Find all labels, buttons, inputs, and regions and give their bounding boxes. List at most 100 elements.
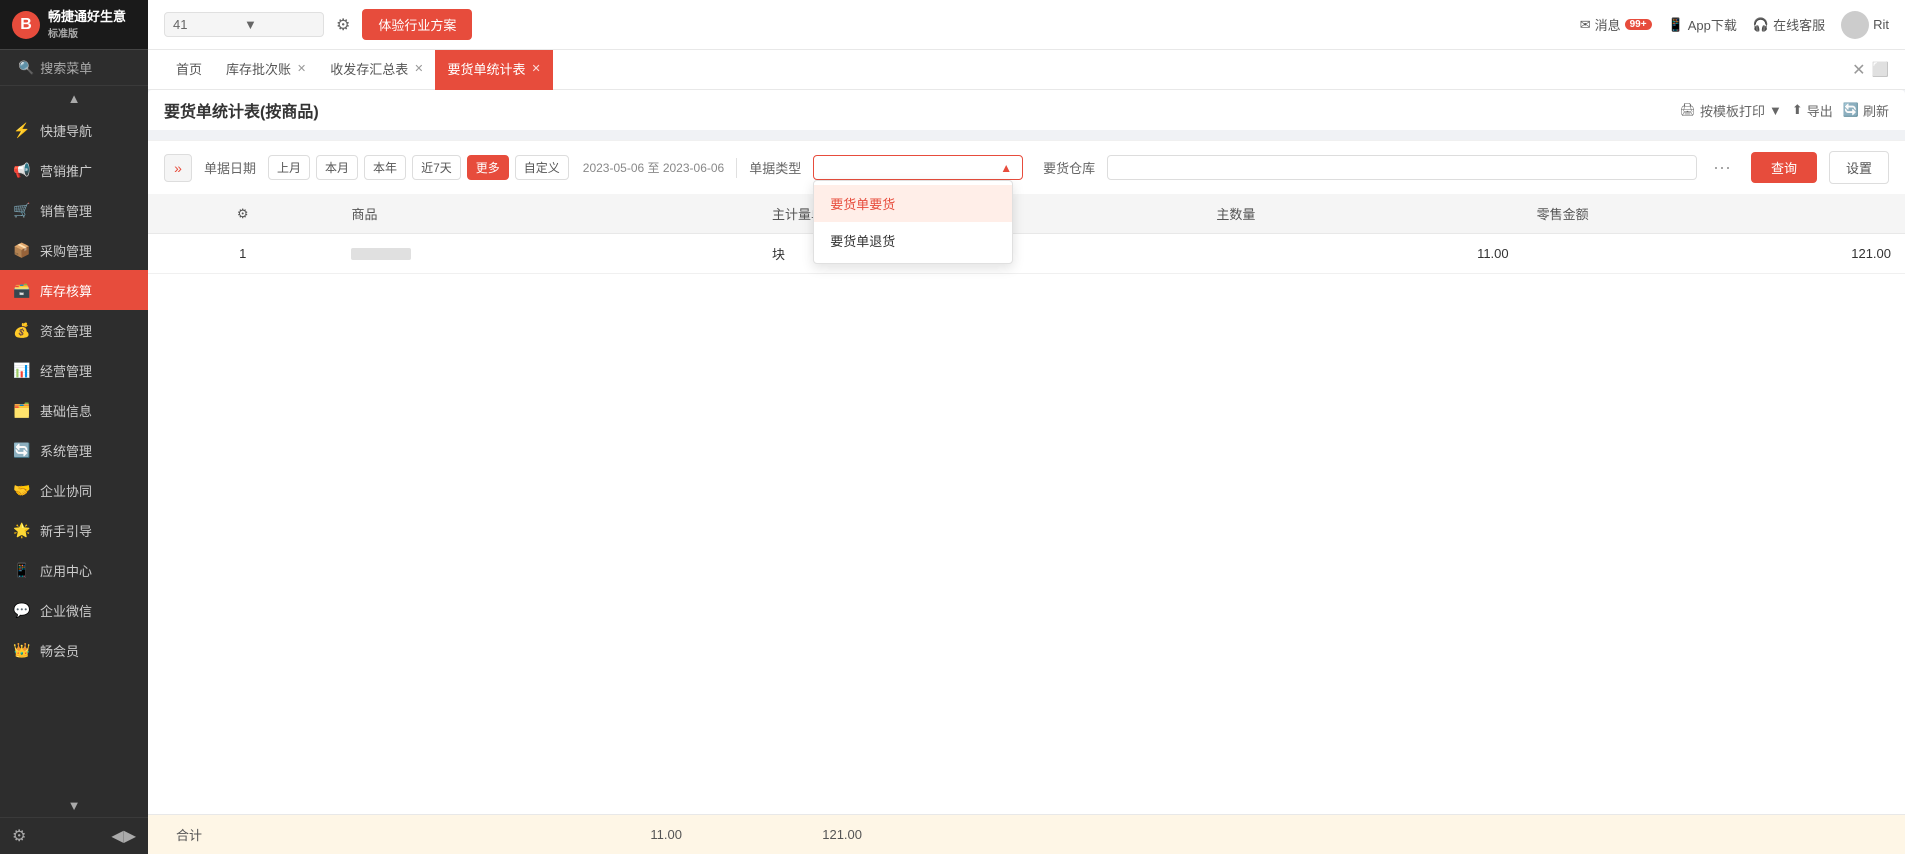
warehouse-input[interactable] — [1107, 155, 1697, 180]
setting-btn[interactable]: 设置 — [1829, 151, 1889, 184]
date-btn-custom[interactable]: 自定义 — [515, 155, 569, 180]
search-icon: 🔍 — [18, 60, 34, 76]
sidebar-label-operations: 经营管理 — [40, 361, 92, 380]
dropdown-item-return[interactable]: 要货单退货 — [814, 222, 1012, 259]
collapse-icon[interactable]: ◀▶ — [111, 826, 136, 846]
date-range-display: 2023-05-06 至 2023-06-06 — [583, 159, 724, 176]
tab-label-order-summary: 要货单统计表 — [447, 59, 525, 78]
online-service-item[interactable]: 🎧 在线客服 — [1753, 15, 1825, 34]
filter-separator — [736, 158, 737, 178]
filter-expand-btn[interactable]: » — [164, 154, 192, 182]
dropdown-item-order[interactable]: 要货单要货 — [814, 185, 1012, 222]
sidebar-item-member[interactable]: 👑畅会员 — [0, 630, 148, 670]
tab-label-home: 首页 — [176, 59, 202, 78]
sidebar-item-purchase[interactable]: 📦 采购管理 — [0, 230, 148, 270]
sidebar-item-cooperation[interactable]: 🤝企业协同 — [0, 470, 148, 510]
page-title: 要货单统计表(按商品) — [164, 98, 319, 122]
type-input[interactable] — [824, 160, 1000, 175]
sidebar-item-operations[interactable]: 📊 经营管理 — [0, 350, 148, 390]
type-chevron-icon: ▲ — [1000, 161, 1012, 175]
header-input-chevron: ▼ — [244, 17, 315, 32]
tab-close-order-summary[interactable]: ✕ — [532, 62, 541, 75]
refresh-btn[interactable]: 🔄 刷新 — [1843, 101, 1889, 120]
sidebar-item-app-center[interactable]: 📱应用中心 — [0, 550, 148, 590]
sidebar-item-guide[interactable]: 🌟新手引导 — [0, 510, 148, 550]
settings-icon[interactable]: ⚙ — [12, 826, 26, 846]
page-actions: 🖨 按模板打印 ▼ ⬆ 导出 🔄 刷新 — [1679, 101, 1889, 120]
sidebar-label-quick-nav: 快捷导航 — [40, 121, 92, 140]
col-amount: 零售金额 — [1523, 194, 1905, 234]
header: 41 ▼ ⚙ 体验行业方案 ✉ 消息 99+ 📱 App下载 🎧 在线客服 R — [148, 0, 1905, 50]
sidebar-item-sales[interactable]: 🛒销售管理 — [0, 190, 148, 230]
sidebar-scroll-up[interactable]: ▲ — [0, 86, 148, 110]
sidebar-item-base-info[interactable]: 🗂️基础信息 — [0, 390, 148, 430]
industry-btn[interactable]: 体验行业方案 — [362, 9, 472, 40]
date-filter-label: 单据日期 — [204, 158, 256, 177]
date-buttons: 上月 本月 本年 近7天 更多 自定义 — [268, 155, 569, 180]
tab-close-recv-summary[interactable]: ✕ — [414, 62, 423, 75]
close-all-tabs-icon[interactable]: ✕ — [1852, 60, 1865, 80]
export-label: 导出 — [1807, 101, 1833, 120]
row-quantity: 11.00 — [1202, 234, 1522, 274]
tab-order-summary[interactable]: 要货单统计表 ✕ — [435, 50, 552, 90]
sidebar-icon-operations: 📊 — [12, 360, 32, 380]
col-product: 商品 — [337, 194, 757, 234]
export-icon: ⬆ — [1792, 102, 1803, 118]
tab-close-inventory-batch[interactable]: ✕ — [297, 62, 306, 75]
sidebar-label-system: 系统管理 — [40, 441, 92, 460]
tab-inventory-batch[interactable]: 库存批次账 ✕ — [214, 50, 318, 90]
table-gear-icon[interactable]: ⚙ — [237, 206, 249, 221]
sidebar-item-wechat[interactable]: 💬企业微信 — [0, 590, 148, 630]
date-btn-more[interactable]: 更多 — [467, 155, 509, 180]
sidebar-label-purchase: 采购管理 — [40, 241, 92, 260]
sidebar-search[interactable]: 🔍 搜索菜单 — [0, 50, 148, 86]
sidebar-icon-cooperation: 🤝 — [12, 480, 32, 500]
sidebar-icon-marketing: 📢 — [12, 160, 32, 180]
more-filter-icon[interactable]: ··· — [1713, 157, 1731, 178]
minimize-icon[interactable]: ⬜ — [1872, 61, 1889, 78]
tab-bar: 首页库存批次账✕收发存汇总表✕要货单统计表✕✕ ⬜ — [148, 50, 1905, 90]
tab-recv-summary[interactable]: 收发存汇总表✕ — [318, 50, 435, 90]
sidebar-item-system[interactable]: 🔄系统管理 — [0, 430, 148, 470]
sidebar-icon-app-center: 📱 — [12, 560, 32, 580]
tab-label-inventory-batch: 库存批次账 — [226, 59, 291, 78]
sidebar-item-quick-nav[interactable]: ⚡快捷导航 — [0, 110, 148, 150]
sidebar-icon-purchase: 📦 — [12, 240, 32, 260]
sidebar-item-finance[interactable]: 💰资金管理 — [0, 310, 148, 350]
query-btn[interactable]: 查询 — [1751, 152, 1817, 183]
app-download-item[interactable]: 📱 App下载 — [1668, 15, 1737, 34]
sidebar-label-member: 畅会员 — [40, 641, 79, 660]
content-area: 要货单统计表(按商品) 🖨 按模板打印 ▼ ⬆ 导出 🔄 刷新 » — [148, 90, 1905, 854]
header-search-wrap[interactable]: 41 ▼ — [164, 12, 324, 37]
user-item[interactable]: Rit — [1841, 11, 1889, 39]
message-badge: 99+ — [1625, 19, 1652, 30]
app-logo: B 畅捷通好生意 标准版 — [0, 0, 148, 50]
table-wrap: ⚙ 商品 主计量单位 主数量 零售金额 1 — [148, 194, 1905, 274]
table-footer: 合计 11.00 121.00 — [148, 814, 1905, 854]
date-btn-week[interactable]: 近7天 — [412, 155, 461, 180]
sidebar-item-marketing[interactable]: 📢营销推广 — [0, 150, 148, 190]
app-version: 标准版 — [48, 25, 126, 40]
table-header-row: ⚙ 商品 主计量单位 主数量 零售金额 — [148, 194, 1905, 234]
row-amount: 121.00 — [1523, 234, 1905, 274]
print-btn[interactable]: 🖨 按模板打印 ▼ — [1679, 101, 1781, 120]
tab-home[interactable]: 首页 — [164, 50, 214, 90]
export-btn[interactable]: ⬆ 导出 — [1792, 101, 1833, 120]
message-label: 消息 — [1595, 15, 1621, 34]
refresh-label: 刷新 — [1863, 101, 1889, 120]
table-empty-area — [148, 274, 1905, 814]
footer-quantity: 11.00 — [542, 827, 682, 842]
header-gear-icon[interactable]: ⚙ — [336, 15, 350, 35]
type-select[interactable]: ▲ — [813, 155, 1023, 180]
date-btn-prev-month[interactable]: 上月 — [268, 155, 310, 180]
filter-bar: » 单据日期 上月 本月 本年 近7天 更多 自定义 2023-05-06 至 … — [148, 140, 1905, 194]
sidebar-item-inventory[interactable]: 🗃️库存核算 — [0, 270, 148, 310]
search-label: 搜索菜单 — [40, 58, 92, 77]
date-btn-cur-year[interactable]: 本年 — [364, 155, 406, 180]
sidebar-icon-wechat: 💬 — [12, 600, 32, 620]
phone-icon: 📱 — [1668, 17, 1684, 33]
date-btn-cur-month[interactable]: 本月 — [316, 155, 358, 180]
message-item[interactable]: ✉ 消息 99+ — [1580, 15, 1652, 34]
print-label: 按模板打印 — [1700, 101, 1765, 120]
sidebar-scroll-down[interactable]: ▼ — [0, 793, 148, 817]
